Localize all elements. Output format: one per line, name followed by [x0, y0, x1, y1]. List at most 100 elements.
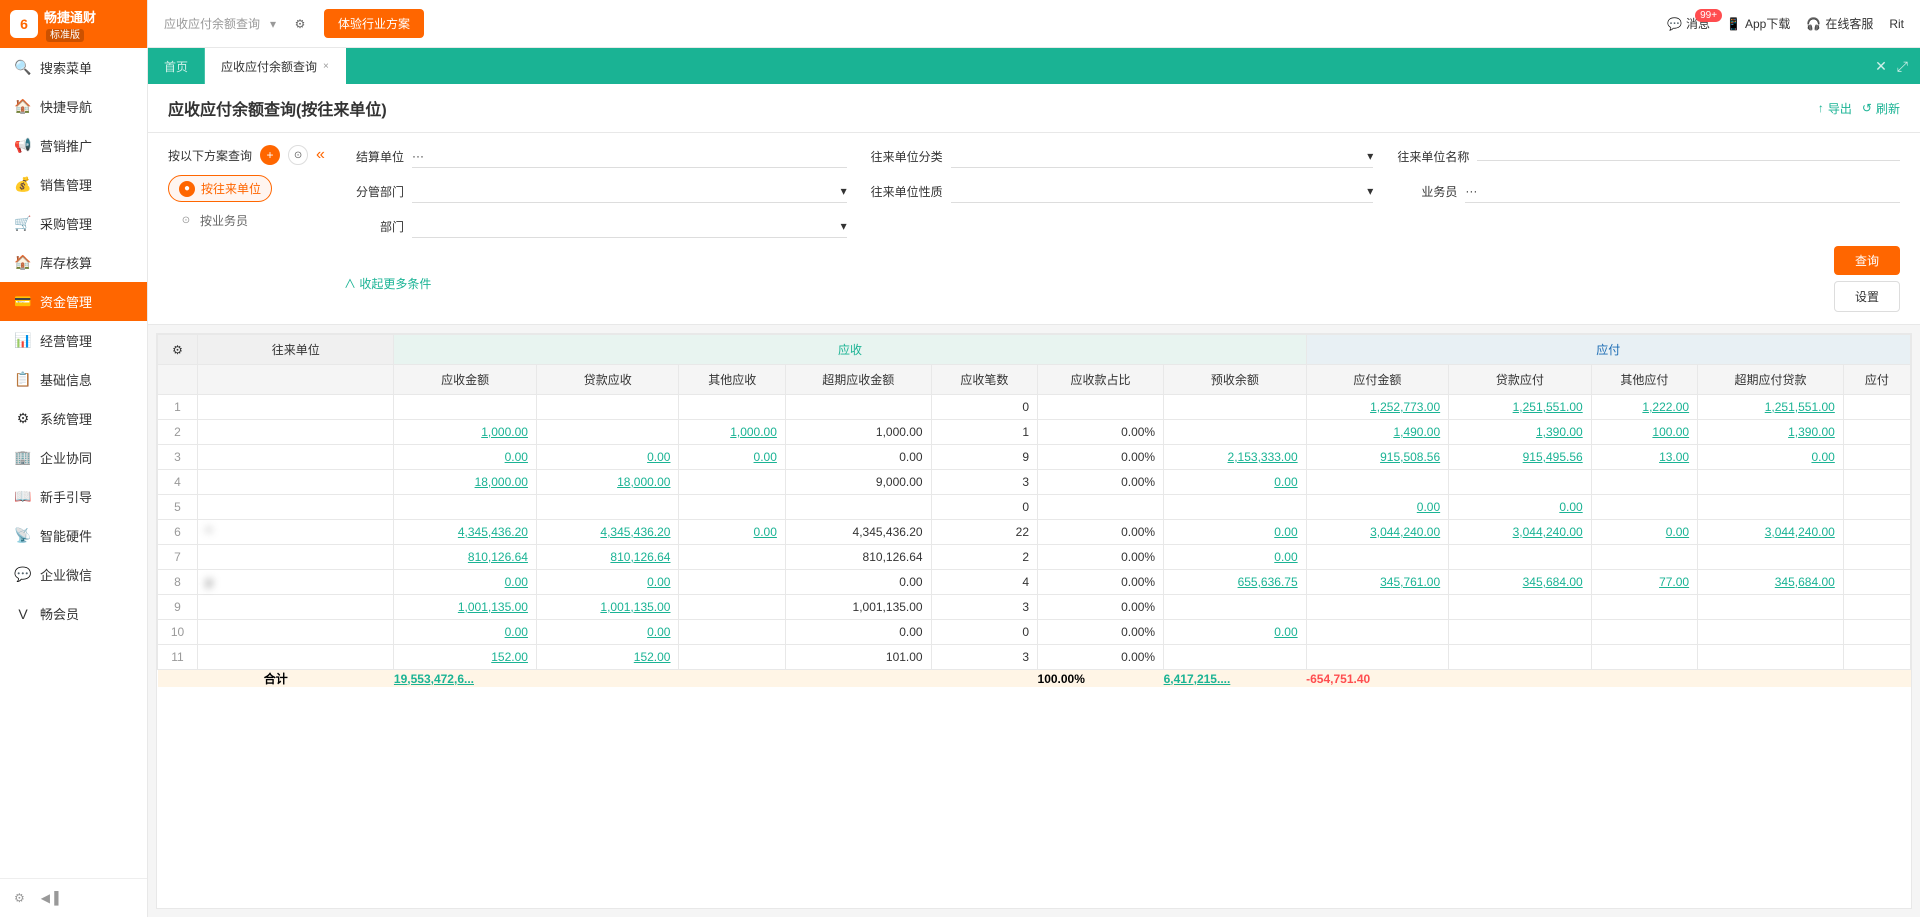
app-download-button[interactable]: 📱 App下载	[1726, 15, 1790, 32]
cell-link[interactable]: 18,000.00	[475, 475, 528, 489]
sidebar-item-basic[interactable]: 📋 基础信息	[0, 360, 147, 399]
table-cell[interactable]: 0.00	[1164, 545, 1307, 570]
cell-link[interactable]: 0.00	[1417, 500, 1440, 514]
table-cell[interactable]: 810,126.64	[394, 545, 537, 570]
cell-link[interactable]: 0.00	[1666, 525, 1689, 539]
topbar-dropdown-icon[interactable]: ▾	[270, 17, 276, 31]
filter-collapse-button[interactable]: «	[316, 146, 325, 164]
cell-link[interactable]: 77.00	[1659, 575, 1689, 589]
cell-link[interactable]: 0.00	[1559, 500, 1582, 514]
cell-link[interactable]: 810,126.64	[610, 550, 670, 564]
table-cell[interactable]: 655,636.75	[1164, 570, 1307, 595]
sidebar-item-nav[interactable]: 🏠 快捷导航	[0, 87, 147, 126]
dept-input[interactable]: ▾	[412, 215, 847, 238]
settings-button[interactable]: 设置	[1834, 281, 1900, 312]
table-cell[interactable]: 0.00	[1164, 620, 1307, 645]
table-cell[interactable]: 1,000.00	[394, 420, 537, 445]
table-cell[interactable]: 2,153,333.00	[1164, 445, 1307, 470]
sidebar-item-wechat[interactable]: 💬 企业微信	[0, 555, 147, 594]
table-cell[interactable]: 1,000.00	[679, 420, 785, 445]
cell-link[interactable]: 1,001,135.00	[600, 600, 670, 614]
sidebar-item-guide[interactable]: 📖 新手引导	[0, 477, 147, 516]
partner-name-input[interactable]	[1477, 152, 1900, 161]
sidebar-item-warehouse[interactable]: 🏠 库存核算	[0, 243, 147, 282]
table-cell[interactable]: 13.00	[1591, 445, 1697, 470]
cell-link[interactable]: 1,390.00	[1536, 425, 1583, 439]
table-cell[interactable]: 77.00	[1591, 570, 1697, 595]
query-button[interactable]: 查询	[1834, 246, 1900, 275]
table-cell[interactable]: 0.00	[1164, 470, 1307, 495]
messages-button[interactable]: 💬 消息 99+	[1667, 15, 1710, 32]
sidebar-item-hardware[interactable]: 📡 智能硬件	[0, 516, 147, 555]
cell-link[interactable]: 1,490.00	[1393, 425, 1440, 439]
cell-link[interactable]: 0.00	[505, 450, 528, 464]
tab-close-icon[interactable]: ×	[323, 61, 329, 72]
sidebar-item-vip[interactable]: V 畅会员	[0, 594, 147, 633]
refresh-button[interactable]: ↺ 刷新	[1862, 100, 1900, 117]
table-cell[interactable]: 152.00	[394, 645, 537, 670]
table-cell[interactable]: 1,251,551.00	[1449, 395, 1592, 420]
table-cell[interactable]: 0.00	[679, 520, 785, 545]
cell-link[interactable]: 4,345,436.20	[600, 525, 670, 539]
cell-link[interactable]: 13.00	[1659, 450, 1689, 464]
cell-link[interactable]: 100.00	[1652, 425, 1689, 439]
solution-button[interactable]: 体验行业方案	[324, 9, 424, 38]
table-cell[interactable]: 3,044,240.00	[1449, 520, 1592, 545]
cell-link[interactable]: 2,153,333.00	[1228, 450, 1298, 464]
table-cell[interactable]: 4,345,436.20	[394, 520, 537, 545]
cell-link[interactable]: 0.00	[505, 625, 528, 639]
footer-receivable-total[interactable]: 19,553,472,6...	[394, 670, 537, 688]
export-button[interactable]: ↑ 导出	[1818, 100, 1852, 117]
table-cell[interactable]: 1,490.00	[1306, 420, 1449, 445]
sidebar-item-system[interactable]: ⚙ 系统管理	[0, 399, 147, 438]
table-cell[interactable]: 915,508.56	[1306, 445, 1449, 470]
table-cell[interactable]: 0.00	[394, 445, 537, 470]
sidebar-item-search[interactable]: 🔍 搜索菜单	[0, 48, 147, 87]
table-cell[interactable]: 3,044,240.00	[1306, 520, 1449, 545]
table-cell[interactable]: 0.00	[679, 445, 785, 470]
table-cell[interactable]: 152.00	[536, 645, 679, 670]
table-cell[interactable]: 1,252,773.00	[1306, 395, 1449, 420]
table-cell[interactable]: 1,390.00	[1449, 420, 1592, 445]
salesperson-input[interactable]: ···	[1465, 180, 1900, 203]
cell-link[interactable]: 0.00	[1811, 450, 1834, 464]
sidebar-item-enterprise[interactable]: 🏢 企业协同	[0, 438, 147, 477]
table-cell[interactable]: 0.00	[1698, 445, 1844, 470]
table-cell[interactable]: 345,684.00	[1698, 570, 1844, 595]
cell-link[interactable]: 0.00	[647, 575, 670, 589]
cell-link[interactable]: 810,126.64	[468, 550, 528, 564]
sidebar-item-purchase[interactable]: 🛒 采购管理	[0, 204, 147, 243]
settlement-input[interactable]: ···	[412, 145, 847, 168]
cell-link[interactable]: 1,000.00	[730, 425, 777, 439]
cell-link[interactable]: 1,390.00	[1788, 425, 1835, 439]
collapse-sidebar-icon[interactable]: ◀▐	[37, 887, 63, 909]
col-settings-icon[interactable]: ⚙	[158, 335, 198, 365]
cell-link[interactable]: 655,636.75	[1238, 575, 1298, 589]
table-cell[interactable]: 0.00	[536, 570, 679, 595]
cell-link[interactable]: 4,345,436.20	[458, 525, 528, 539]
collapse-more-button[interactable]: ∧ 收起更多条件	[344, 275, 431, 292]
user-menu[interactable]: Rit	[1889, 17, 1904, 31]
table-cell[interactable]: 345,684.00	[1449, 570, 1592, 595]
cell-link[interactable]: 0.00	[647, 450, 670, 464]
cell-link[interactable]: 345,761.00	[1380, 575, 1440, 589]
cell-link[interactable]: 915,495.56	[1523, 450, 1583, 464]
sidebar-item-marketing[interactable]: 📢 营销推广	[0, 126, 147, 165]
cell-link[interactable]: 345,684.00	[1775, 575, 1835, 589]
cell-link[interactable]: 0.00	[505, 575, 528, 589]
cell-link[interactable]: 0.00	[1274, 525, 1297, 539]
tab-home[interactable]: 首页	[148, 48, 205, 84]
window-close-icon[interactable]: ✕	[1875, 58, 1887, 75]
sidebar-item-operation[interactable]: 📊 经营管理	[0, 321, 147, 360]
cell-link[interactable]: 18,000.00	[617, 475, 670, 489]
cell-link[interactable]: 0.00	[754, 525, 777, 539]
table-cell[interactable]: 915,495.56	[1449, 445, 1592, 470]
table-cell[interactable]: 345,761.00	[1306, 570, 1449, 595]
table-cell[interactable]: 810,126.64	[536, 545, 679, 570]
sidebar-item-sales[interactable]: 💰 销售管理	[0, 165, 147, 204]
cell-link[interactable]: 1,252,773.00	[1370, 400, 1440, 414]
cell-link[interactable]: 1,222.00	[1642, 400, 1689, 414]
table-cell[interactable]: 0.00	[394, 620, 537, 645]
table-cell[interactable]: 18,000.00	[536, 470, 679, 495]
table-cell[interactable]: 18,000.00	[394, 470, 537, 495]
